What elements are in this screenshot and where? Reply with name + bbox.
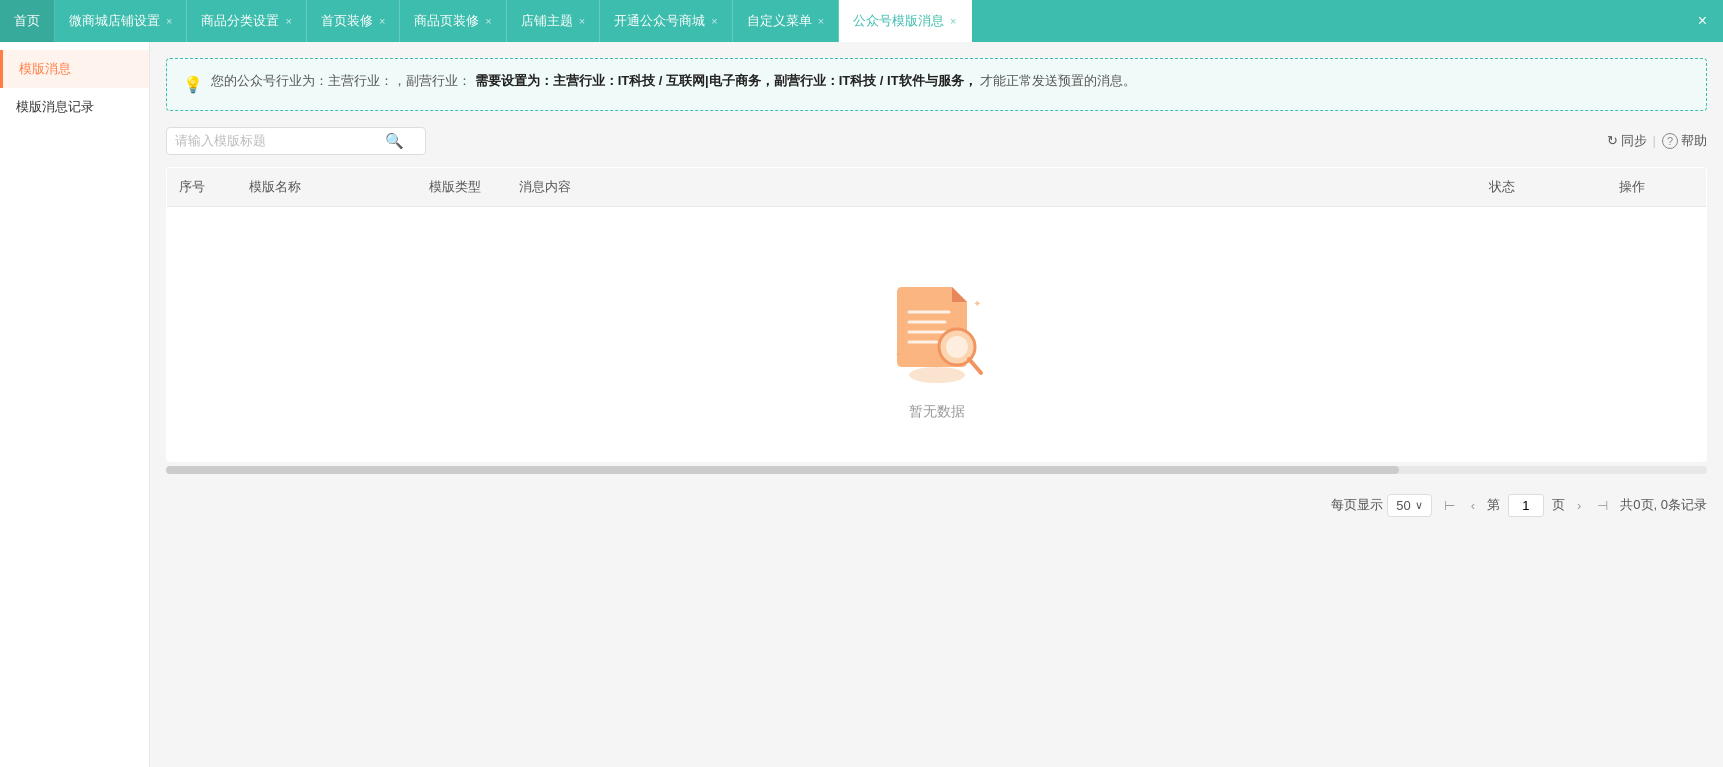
close-icon[interactable]: × [485,15,491,27]
col-action: 操作 [1607,167,1707,206]
close-icon[interactable]: × [818,15,824,27]
close-icon[interactable]: × [579,15,585,27]
toolbar-divider: | [1653,133,1656,148]
empty-state: ✦ ✦ 暂无数据 [167,207,1706,461]
search-input[interactable] [175,133,385,148]
svg-text:✦: ✦ [895,350,902,359]
tab-category-settings-label: 商品分类设置 [201,12,279,30]
sync-label: 同步 [1621,132,1647,150]
help-button[interactable]: ? 帮助 [1662,132,1707,150]
close-icon[interactable]: × [285,15,291,27]
close-all-button[interactable]: × [1682,12,1723,30]
page-size-dropdown[interactable]: 50 ∨ [1387,494,1431,517]
close-icon[interactable]: × [950,15,956,27]
table-header-row: 序号 模版名称 模版类型 消息内容 状态 操作 [167,167,1707,206]
tab-template-msg[interactable]: 公众号模版消息 × [839,0,971,42]
top-nav: 首页 微商城店铺设置 × 商品分类设置 × 首页装修 × 商品页装修 × 店铺主… [0,0,1723,42]
notice-banner: 💡 您的公众号行业为：主营行业：，副营行业： 需要设置为：主营行业：IT科技 /… [166,58,1707,111]
next-page-button[interactable]: › [1573,496,1585,515]
tab-template-msg-label: 公众号模版消息 [853,12,944,30]
svg-text:✦: ✦ [973,298,981,309]
table-scrollbar[interactable] [166,466,1707,474]
help-label: 帮助 [1681,132,1707,150]
search-bar: 🔍 ↻ 同步 | ? 帮助 [166,127,1707,155]
prev-page-button[interactable]: ‹ [1467,496,1479,515]
sync-icon: ↻ [1607,133,1618,148]
notice-text: 您的公众号行业为：主营行业：，副营行业： 需要设置为：主营行业：IT科技 / 互… [211,71,1136,92]
tab-store-settings-label: 微商城店铺设置 [69,12,160,30]
current-page-input[interactable] [1508,494,1544,517]
svg-point-6 [946,336,968,358]
notice-highlight: 需要设置为：主营行业：IT科技 / 互联网|电子商务，副营行业：IT科技 / I… [475,73,977,88]
notice-prefix: 您的公众号行业为：主营行业：，副营行业： [211,73,471,88]
main-layout: 模版消息 模版消息记录 💡 您的公众号行业为：主营行业：，副营行业： 需要设置为… [0,42,1723,767]
toolbar-right: ↻ 同步 | ? 帮助 [1607,132,1707,150]
help-circle-icon: ? [1662,133,1678,149]
col-name: 模版名称 [237,167,417,206]
tab-custom-menu[interactable]: 自定义菜单 × [733,0,839,42]
sidebar-item-template-msg-label: 模版消息 [19,61,71,76]
table-body: ✦ ✦ 暂无数据 [167,206,1707,461]
page-size-select: 每页显示 50 ∨ [1331,494,1431,517]
tab-store-settings[interactable]: 微商城店铺设置 × [55,0,187,42]
col-status: 状态 [1477,167,1607,206]
sidebar-item-template-msg-log-label: 模版消息记录 [16,99,94,114]
total-label: 共0页, 0条记录 [1620,496,1707,514]
col-seq: 序号 [167,167,237,206]
close-icon[interactable]: × [166,15,172,27]
search-button[interactable]: 🔍 [385,132,404,150]
tab-home[interactable]: 首页 [0,0,55,42]
chevron-down-icon: ∨ [1415,499,1423,512]
lightbulb-icon: 💡 [183,72,203,98]
sidebar-item-template-msg[interactable]: 模版消息 [0,50,149,88]
empty-icon: ✦ ✦ [877,267,997,387]
last-page-button[interactable]: ⊣ [1593,496,1612,515]
pagination: 每页显示 50 ∨ ⊢ ‹ 第 页 › ⊣ 共0页, 0条记录 [166,482,1707,521]
tab-home-decor-label: 首页装修 [321,12,373,30]
tab-store-theme-label: 店铺主题 [521,12,573,30]
first-page-button[interactable]: ⊢ [1440,496,1459,515]
col-content: 消息内容 [507,167,1477,206]
table-scrollbar-thumb [166,466,1399,474]
page-size-value: 50 [1396,498,1410,513]
table-empty-row: ✦ ✦ 暂无数据 [167,206,1707,461]
page-size-label: 每页显示 [1331,496,1383,514]
notice-suffix: 才能正常发送预置的消息。 [980,73,1136,88]
tab-product-decor[interactable]: 商品页装修 × [400,0,506,42]
tab-home-label: 首页 [14,12,40,30]
close-all-icon: × [1698,12,1707,29]
tab-open-mall[interactable]: 开通公众号商城 × [600,0,732,42]
tab-custom-menu-label: 自定义菜单 [747,12,812,30]
tab-category-settings[interactable]: 商品分类设置 × [187,0,306,42]
close-icon[interactable]: × [711,15,717,27]
empty-text: 暂无数据 [909,403,965,421]
svg-point-0 [909,367,965,383]
tab-open-mall-label: 开通公众号商城 [614,12,705,30]
svg-line-7 [969,359,981,373]
content-area: 💡 您的公众号行业为：主营行业：，副营行业： 需要设置为：主营行业：IT科技 /… [150,42,1723,767]
data-table: 序号 模版名称 模版类型 消息内容 状态 操作 [166,167,1707,462]
tab-store-theme[interactable]: 店铺主题 × [507,0,600,42]
page-unit-label: 页 [1552,496,1565,514]
close-icon[interactable]: × [379,15,385,27]
search-input-wrap: 🔍 [166,127,426,155]
sidebar: 模版消息 模版消息记录 [0,42,150,767]
sidebar-item-template-msg-log[interactable]: 模版消息记录 [0,88,149,126]
sync-button[interactable]: ↻ 同步 [1607,132,1647,150]
tab-product-decor-label: 商品页装修 [414,12,479,30]
search-icon: 🔍 [385,132,404,149]
tab-home-decor[interactable]: 首页装修 × [307,0,400,42]
col-type: 模版类型 [417,167,507,206]
current-page-prefix: 第 [1487,496,1500,514]
